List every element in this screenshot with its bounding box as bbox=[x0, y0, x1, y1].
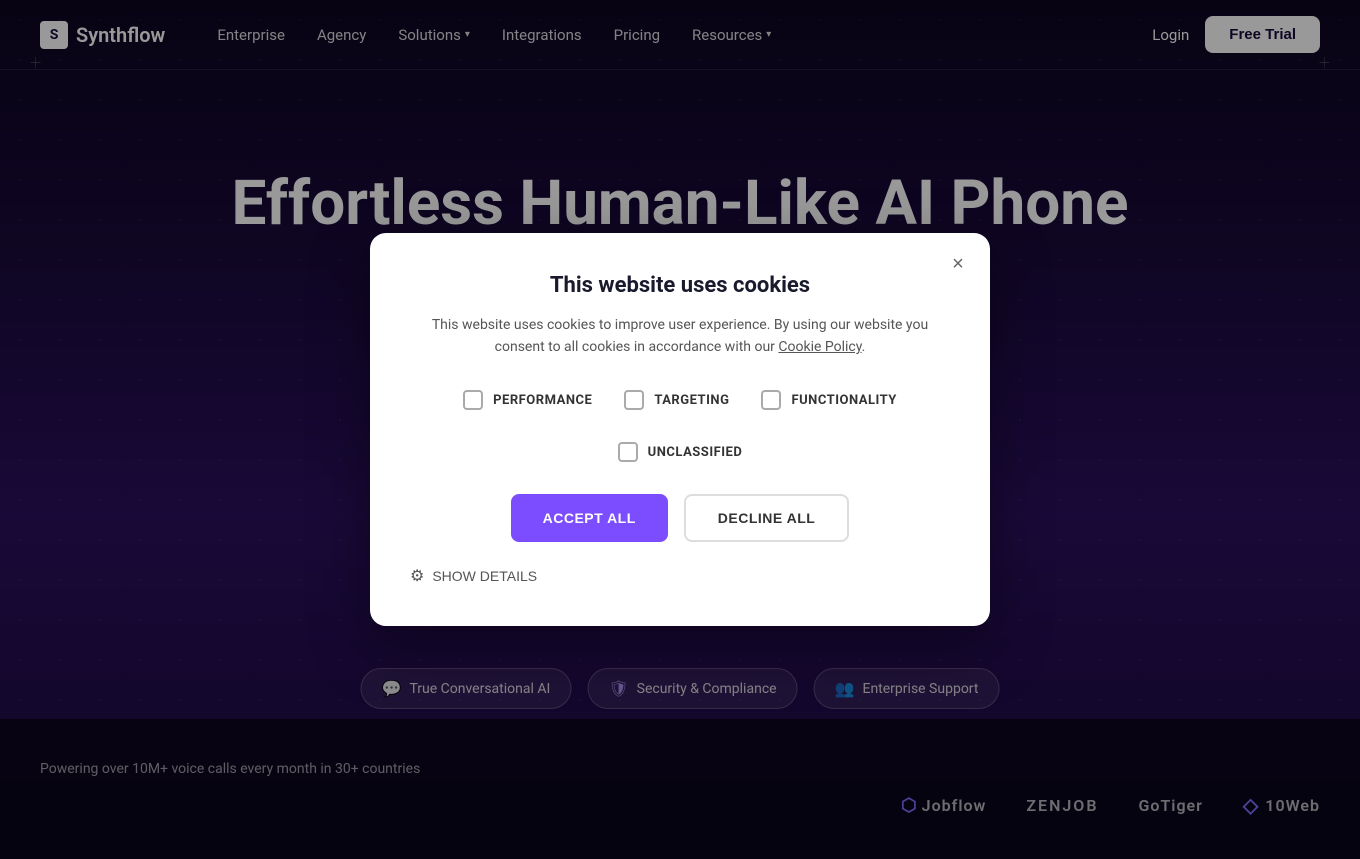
cookie-option-functionality[interactable]: FUNCTIONALITY bbox=[761, 390, 896, 410]
targeting-label: TARGETING bbox=[654, 393, 729, 408]
targeting-checkbox[interactable] bbox=[624, 390, 644, 410]
functionality-label: FUNCTIONALITY bbox=[791, 393, 896, 408]
unclassified-label: UNCLASSIFIED bbox=[648, 445, 743, 460]
modal-close-button[interactable]: × bbox=[942, 249, 974, 281]
decline-all-button[interactable]: DECLINE ALL bbox=[684, 494, 850, 542]
cookie-option-performance[interactable]: PERFORMANCE bbox=[463, 390, 592, 410]
cookie-option-targeting[interactable]: TARGETING bbox=[624, 390, 729, 410]
show-details-button[interactable]: ⚙ SHOW DETAILS bbox=[410, 566, 537, 586]
cookie-policy-link[interactable]: Cookie Policy bbox=[778, 339, 861, 355]
performance-checkbox[interactable] bbox=[463, 390, 483, 410]
cookie-modal-title: This website uses cookies bbox=[410, 273, 950, 298]
unclassified-checkbox[interactable] bbox=[618, 442, 638, 462]
functionality-checkbox[interactable] bbox=[761, 390, 781, 410]
accept-all-button[interactable]: ACCEPT ALL bbox=[511, 494, 668, 542]
modal-overlay: × This website uses cookies This website… bbox=[0, 0, 1360, 859]
cookie-modal-description: This website uses cookies to improve use… bbox=[410, 314, 950, 359]
performance-label: PERFORMANCE bbox=[493, 393, 592, 408]
modal-actions: ACCEPT ALL DECLINE ALL bbox=[410, 494, 950, 542]
cookie-options: PERFORMANCE TARGETING FUNCTIONALITY UNCL… bbox=[410, 390, 950, 462]
cookie-modal: × This website uses cookies This website… bbox=[370, 233, 990, 627]
cookie-option-unclassified[interactable]: UNCLASSIFIED bbox=[618, 442, 743, 462]
gear-icon: ⚙ bbox=[410, 566, 424, 586]
